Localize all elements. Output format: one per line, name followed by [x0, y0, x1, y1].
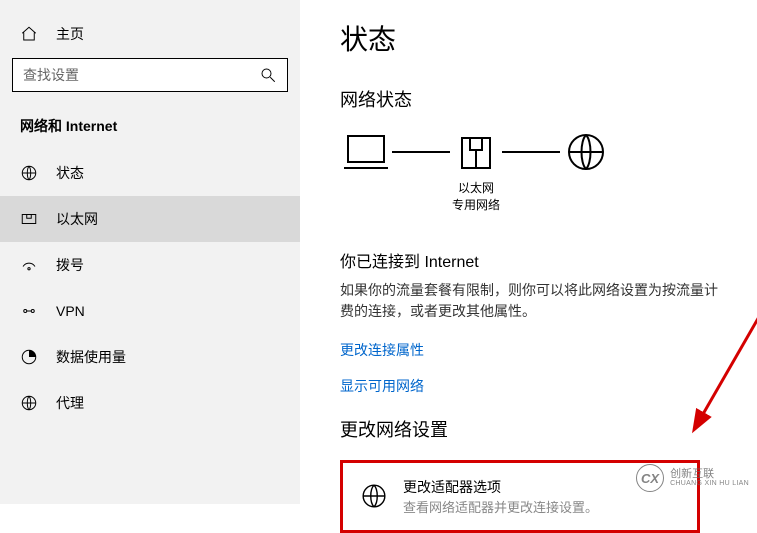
internet-globe-icon: [560, 130, 612, 174]
sidebar-item-datausage[interactable]: 数据使用量: [0, 334, 300, 380]
main-content: 状态 网络状态 以太网 专用网络: [300, 0, 757, 504]
nav-label: 以太网: [56, 209, 98, 229]
nav-label: 代理: [56, 393, 84, 413]
vpn-icon: [20, 302, 38, 320]
router-icon: [450, 130, 502, 174]
data-usage-icon: [20, 348, 38, 366]
sidebar-item-proxy[interactable]: 代理: [0, 380, 300, 426]
connected-heading: 你已连接到 Internet: [340, 248, 727, 272]
sidebar-item-status[interactable]: 状态: [0, 150, 300, 196]
globe-icon: [20, 164, 38, 182]
dialup-icon: [20, 256, 38, 274]
watermark-cn: 创新互联: [670, 468, 749, 480]
nav-label: 数据使用量: [56, 347, 126, 367]
network-status-heading: 网络状态: [340, 86, 727, 112]
change-settings-heading: 更改网络设置: [340, 416, 727, 442]
search-placeholder: 查找设置: [23, 65, 79, 85]
diagram-line: [392, 130, 450, 174]
globe-icon: [361, 483, 387, 509]
nav-label: 拨号: [56, 255, 84, 275]
watermark-logo-icon: CX: [636, 464, 664, 492]
home-row[interactable]: 主页: [0, 18, 300, 58]
adapter-option-title: 更改适配器选项: [403, 477, 598, 497]
nav-label: 状态: [56, 163, 84, 183]
home-icon: [20, 25, 38, 43]
home-label: 主页: [56, 24, 84, 44]
adapter-option-desc: 查看网络适配器并更改连接设置。: [403, 497, 598, 516]
search-input[interactable]: 查找设置: [12, 58, 288, 92]
diagram-eth-label1: 以太网: [452, 180, 500, 197]
link-change-properties[interactable]: 更改连接属性: [340, 340, 727, 360]
category-title: 网络和 Internet: [0, 108, 300, 150]
sidebar-item-dialup[interactable]: 拨号: [0, 242, 300, 288]
nav-label: VPN: [56, 303, 85, 319]
search-icon: [259, 66, 277, 84]
watermark-en: CHUANG XIN HU LIAN: [670, 480, 749, 488]
network-diagram: 以太网 专用网络: [340, 130, 727, 214]
proxy-icon: [20, 394, 38, 412]
connected-body: 如果你的流量套餐有限制，则你可以将此网络设置为按流量计费的连接，或者更改其他属性…: [340, 280, 720, 322]
sidebar-item-ethernet[interactable]: 以太网: [0, 196, 300, 242]
diagram-line: [502, 130, 560, 174]
diagram-eth-label2: 专用网络: [452, 197, 500, 214]
ethernet-icon: [20, 210, 38, 228]
watermark: CX 创新互联 CHUANG XIN HU LIAN: [636, 464, 749, 492]
computer-icon: [340, 130, 392, 174]
sidebar-item-vpn[interactable]: VPN: [0, 288, 300, 334]
nav-list: 状态 以太网 拨号 VPN: [0, 150, 300, 426]
page-title: 状态: [340, 18, 727, 58]
settings-sidebar: 主页 查找设置 网络和 Internet 状态 以太网: [0, 0, 300, 504]
link-show-networks[interactable]: 显示可用网络: [340, 376, 727, 396]
